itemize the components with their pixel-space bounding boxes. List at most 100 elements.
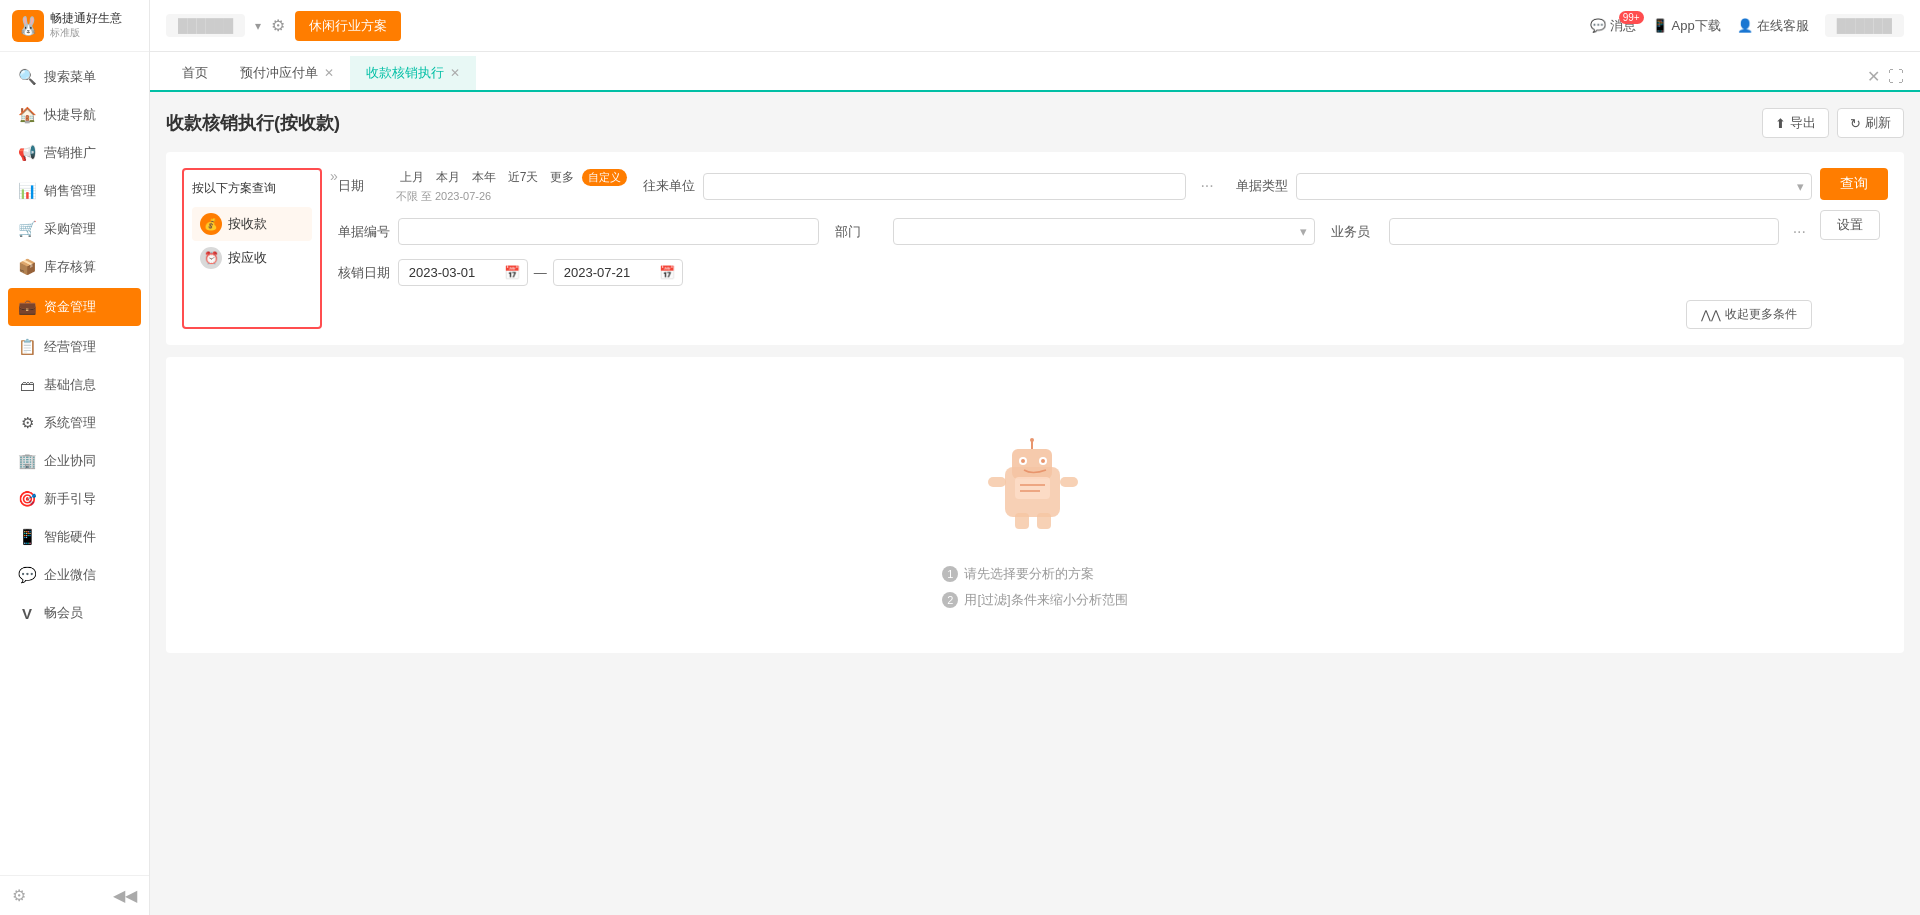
online-service-btn[interactable]: 👤 在线客服 (1737, 17, 1809, 35)
sidebar-item-marketing[interactable]: 📢 营销推广 (0, 134, 149, 172)
tab-receipt-close[interactable]: ✕ (450, 66, 460, 80)
collapse-row: ⋀⋀ 收起更多条件 (338, 300, 1812, 329)
filter-row-1: 日期 上月 本月 本年 近7天 更多 自定义 (338, 168, 1812, 204)
page-actions: ⬆ 导出 ↻ 刷新 (1762, 108, 1904, 138)
tab-home[interactable]: 首页 (166, 56, 224, 92)
member-icon: V (18, 605, 36, 622)
docno-label: 单据编号 (338, 223, 390, 241)
topbar-brand: ██████ (166, 14, 245, 37)
expand-icon[interactable]: ⛶ (1888, 68, 1904, 86)
sidebar-item-basic[interactable]: 🗃 基础信息 (0, 366, 149, 404)
verify-date-group: 📅 — 📅 (398, 259, 683, 286)
shortcut-7days[interactable]: 近7天 (504, 168, 543, 187)
filter-option-receivable[interactable]: ⏰ 按应收 (192, 241, 312, 275)
sidebar-item-label: 搜索菜单 (44, 68, 96, 86)
query-btn[interactable]: 查询 (1820, 168, 1888, 200)
export-btn[interactable]: ⬆ 导出 (1762, 108, 1829, 138)
dept-select[interactable] (893, 218, 1316, 245)
sidebar-item-purchase[interactable]: 🛒 采购管理 (0, 210, 149, 248)
sidebar-item-newbie[interactable]: 🎯 新手引导 (0, 480, 149, 518)
calendar-end-icon[interactable]: 📅 (659, 265, 675, 280)
setting-btn[interactable]: 设置 (1820, 210, 1880, 240)
filter-field-date: 日期 上月 本月 本年 近7天 更多 自定义 (338, 168, 628, 204)
empty-tip-2: 2 用[过滤]条件来缩小分析范围 (942, 587, 1127, 613)
filter-toggle-icon[interactable]: » (330, 168, 338, 184)
sidebar-item-search[interactable]: 🔍 搜索菜单 (0, 58, 149, 96)
date-shortcuts: 上月 本月 本年 近7天 更多 自定义 (396, 168, 628, 187)
empty-tip-1: 1 请先选择要分析的方案 (942, 561, 1127, 587)
verify-date-end-wrap: 📅 (553, 259, 683, 286)
partner-dots-btn[interactable]: ··· (1194, 175, 1219, 197)
tip-text-2: 用[过滤]条件来缩小分析范围 (964, 587, 1127, 613)
tab-prepay[interactable]: 预付冲应付单 ✕ (224, 56, 350, 92)
date-custom-badge[interactable]: 自定义 (582, 169, 627, 186)
svg-point-5 (1041, 459, 1045, 463)
collapse-btn[interactable]: ⋀⋀ 收起更多条件 (1686, 300, 1812, 329)
sidebar-item-label: 系统管理 (44, 414, 96, 432)
content-area: 1 请先选择要分析的方案 2 用[过滤]条件来缩小分析范围 (166, 357, 1904, 653)
sidebar-item-wechat[interactable]: 💬 企业微信 (0, 556, 149, 594)
topbar-gear-icon[interactable]: ⚙ (271, 16, 285, 35)
purchase-icon: 🛒 (18, 220, 36, 238)
filter-field-doctype: 单据类型 ▾ (1236, 173, 1812, 200)
sidebar-item-quick[interactable]: 🏠 快捷导航 (0, 96, 149, 134)
sidebar-item-label: 企业协同 (44, 452, 96, 470)
sidebar-item-sales[interactable]: 📊 销售管理 (0, 172, 149, 210)
sidebar-item-member[interactable]: V 畅会员 (0, 594, 149, 632)
logo-text-block: 畅捷通好生意 标准版 (50, 11, 122, 41)
industry-btn[interactable]: 休闲行业方案 (295, 11, 401, 41)
refresh-btn[interactable]: ↻ 刷新 (1837, 108, 1904, 138)
shortcut-this-year[interactable]: 本年 (468, 168, 500, 187)
empty-state: 1 请先选择要分析的方案 2 用[过滤]条件来缩小分析范围 (166, 357, 1904, 653)
sidebar-item-label: 销售管理 (44, 182, 96, 200)
svg-rect-12 (1015, 477, 1050, 499)
shortcut-this-month[interactable]: 本月 (432, 168, 464, 187)
tip-num-2: 2 (942, 592, 958, 608)
sidebar-item-label: 智能硬件 (44, 528, 96, 546)
settings-icon[interactable]: ⚙ (12, 886, 26, 905)
staff-dots-btn[interactable]: ··· (1787, 221, 1812, 243)
docno-input[interactable] (398, 218, 819, 245)
doctype-select[interactable] (1296, 173, 1812, 200)
query-btns: 查询 设置 (1820, 168, 1888, 329)
filter-sidebar-title: 按以下方案查询 (192, 180, 312, 197)
sidebar-item-label: 采购管理 (44, 220, 96, 238)
partner-input[interactable] (703, 173, 1186, 200)
collapse-sidebar-icon[interactable]: ◀◀ (113, 886, 137, 905)
verify-date-label: 核销日期 (338, 264, 390, 282)
hardware-icon: 📱 (18, 528, 36, 546)
tip-num-1: 1 (942, 566, 958, 582)
shortcut-more[interactable]: 更多 (546, 168, 578, 187)
app-download-btn[interactable]: 📱 App下载 (1652, 17, 1721, 35)
sidebar-item-enterprise[interactable]: 🏢 企业协同 (0, 442, 149, 480)
sidebar-item-label: 企业微信 (44, 566, 96, 584)
calendar-start-icon[interactable]: 📅 (504, 265, 520, 280)
sidebar-item-label: 资金管理 (44, 298, 96, 316)
shortcut-prev-month[interactable]: 上月 (396, 168, 428, 187)
tab-controls: ✕ ⛶ (1867, 67, 1904, 90)
message-btn[interactable]: 💬 消息 99+ (1590, 17, 1636, 35)
staff-input[interactable] (1389, 218, 1778, 245)
newbie-icon: 🎯 (18, 490, 36, 508)
filter-option-receipt[interactable]: 💰 按收款 (192, 207, 312, 241)
filter-option-receipt-label: 按收款 (228, 215, 267, 233)
dropdown-icon[interactable]: ▾ (255, 19, 261, 33)
logo-icon: 🐰 (12, 10, 44, 42)
sidebar-nav: 🔍 搜索菜单 🏠 快捷导航 📢 营销推广 📊 销售管理 🛒 采购管理 📦 库存核… (0, 52, 149, 875)
collapse-icon: ⋀⋀ (1701, 308, 1721, 322)
sidebar-item-finance[interactable]: 💼 资金管理 (8, 288, 141, 326)
sidebar-item-label: 库存核算 (44, 258, 96, 276)
sidebar-item-management[interactable]: 📋 经营管理 (0, 328, 149, 366)
logo-badge: 标准版 (50, 26, 122, 40)
sidebar-item-inventory[interactable]: 📦 库存核算 (0, 248, 149, 286)
sidebar-item-hardware[interactable]: 📱 智能硬件 (0, 518, 149, 556)
tab-prepay-close[interactable]: ✕ (324, 66, 334, 80)
filter-fields: 日期 上月 本月 本年 近7天 更多 自定义 (338, 168, 1888, 329)
sidebar-item-system[interactable]: ⚙ 系统管理 (0, 404, 149, 442)
tab-receipt[interactable]: 收款核销执行 ✕ (350, 56, 476, 92)
filter-field-dept: 部门 ▾ (835, 218, 1316, 245)
empty-illustration (980, 437, 1090, 537)
finance-icon: 💼 (18, 298, 36, 316)
svg-rect-11 (1037, 513, 1051, 529)
close-all-tabs-icon[interactable]: ✕ (1867, 67, 1880, 86)
